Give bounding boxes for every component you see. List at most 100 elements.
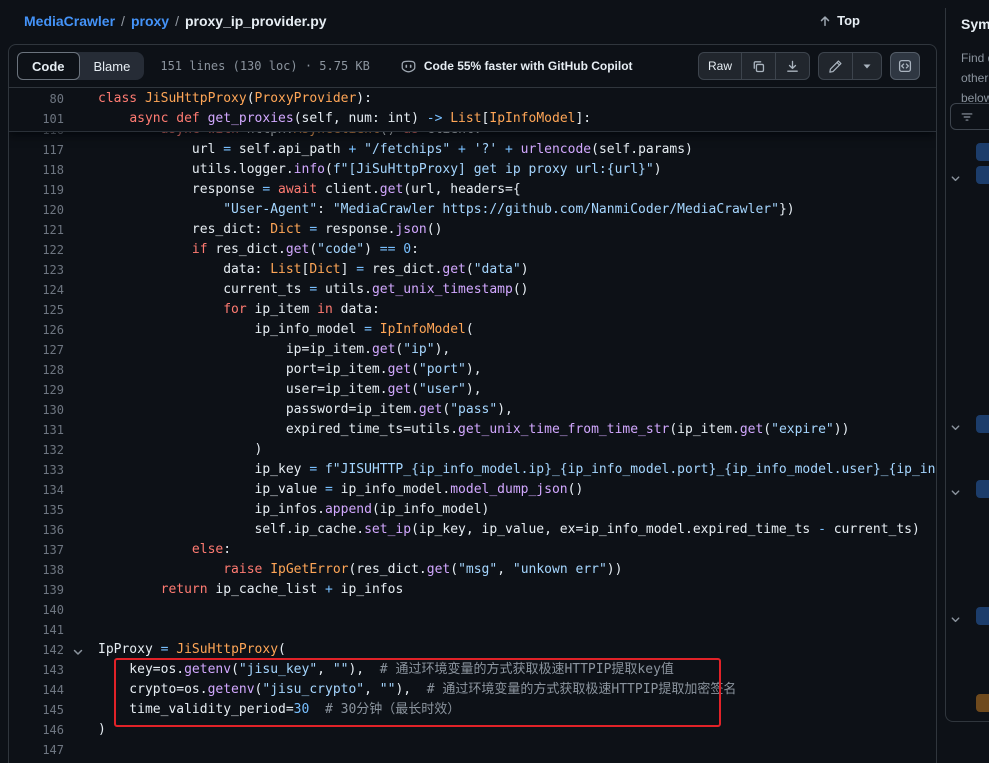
line-number[interactable]: 129 — [9, 380, 64, 400]
code-line: 142IpProxy = JiSuHttpProxy( — [9, 640, 936, 660]
tab-blame[interactable]: Blame — [80, 52, 145, 80]
line-number[interactable]: 118 — [9, 160, 64, 180]
line-number[interactable]: 128 — [9, 360, 64, 380]
code-text: current_ts = utils.get_unix_timestamp() — [98, 280, 529, 300]
line-number[interactable]: 125 — [9, 300, 64, 320]
line-number[interactable]: 137 — [9, 540, 64, 560]
code-text: raise IpGetError(res_dict.get("msg", "un… — [98, 560, 622, 580]
line-number[interactable]: 127 — [9, 340, 64, 360]
line-number[interactable]: 141 — [9, 620, 64, 640]
raw-button[interactable]: Raw — [699, 53, 741, 79]
line-number[interactable]: 119 — [9, 180, 64, 200]
symbol-item[interactable] — [946, 166, 989, 186]
line-number[interactable]: 136 — [9, 520, 64, 540]
line-number[interactable]: 144 — [9, 680, 64, 700]
line-number[interactable]: 121 — [9, 220, 64, 240]
code-text: ip_infos.append(ip_info_model) — [98, 500, 489, 520]
code-line: 123 data: List[Dict] = res_dict.get("dat… — [9, 260, 936, 280]
line-number[interactable]: 143 — [9, 660, 64, 680]
line-number[interactable]: 140 — [9, 600, 64, 620]
line-number[interactable]: 131 — [9, 420, 64, 440]
code-text: key=os.getenv("jisu_key", ""), # 通过环境变量的… — [98, 660, 674, 680]
symbol-item[interactable] — [946, 143, 989, 163]
line-number[interactable]: 124 — [9, 280, 64, 300]
symbols-panel-toggle-button[interactable] — [890, 52, 920, 80]
symbol-item[interactable] — [946, 607, 989, 627]
file-action-buttons: Raw — [698, 52, 920, 80]
pencil-icon — [828, 59, 843, 74]
line-number[interactable]: 145 — [9, 700, 64, 720]
scroll-to-top-label: Top — [837, 13, 860, 28]
line-number[interactable]: 101 — [9, 109, 64, 129]
chevron-down-icon[interactable] — [950, 612, 961, 630]
code-line: 136 self.ip_cache.set_ip(ip_key, ip_valu… — [9, 520, 936, 540]
code-text: ip_value = ip_info_model.model_dump_json… — [98, 480, 583, 500]
line-number[interactable]: 133 — [9, 460, 64, 480]
code-text: url = self.api_path + "/fetchips" + '?' … — [98, 140, 693, 160]
code-text: crypto=os.getenv("jisu_crypto", ""), # 通… — [98, 680, 736, 700]
line-number[interactable]: 130 — [9, 400, 64, 420]
symbol-kind-icon — [976, 607, 989, 625]
code-line: 119 response = await client.get(url, hea… — [9, 180, 936, 200]
edit-dropdown-button[interactable] — [852, 53, 881, 79]
line-number[interactable]: 134 — [9, 480, 64, 500]
collapse-chevron-icon[interactable] — [72, 644, 86, 656]
line-number[interactable]: 122 — [9, 240, 64, 260]
line-number[interactable]: 147 — [9, 740, 64, 760]
code-text: password=ip_item.get("pass"), — [98, 400, 513, 420]
breadcrumb-separator: / — [121, 13, 125, 29]
line-number[interactable]: 146 — [9, 720, 64, 740]
code-line: 124 current_ts = utils.get_unix_timestam… — [9, 280, 936, 300]
scroll-to-top-link[interactable]: Top — [818, 13, 860, 28]
file-toolbar: Code Blame 151 lines (130 loc) · 5.75 KB… — [9, 45, 936, 88]
code-text: for ip_item in data: — [98, 300, 380, 320]
code-line: 126 ip_info_model = IpInfoModel( — [9, 320, 936, 340]
line-number[interactable]: 138 — [9, 560, 64, 580]
code-text: "User-Agent": "MediaCrawler https://gith… — [98, 200, 795, 220]
breadcrumb-separator: / — [175, 13, 179, 29]
chevron-down-icon[interactable] — [950, 171, 961, 189]
copy-raw-button[interactable] — [741, 53, 775, 79]
code-text: res_dict: Dict = response.json() — [98, 220, 442, 240]
sticky-scope-header: 80 class JiSuHttpProxy(ProxyProvider): 101… — [9, 88, 936, 132]
chevron-down-icon[interactable] — [950, 485, 961, 503]
symbol-item[interactable] — [946, 694, 989, 714]
code-line: 146) — [9, 720, 936, 740]
symbol-kind-icon — [976, 415, 989, 433]
line-number[interactable]: 132 — [9, 440, 64, 460]
line-number[interactable]: 117 — [9, 140, 64, 160]
symbol-item[interactable] — [946, 415, 989, 435]
breadcrumb-folder-link[interactable]: proxy — [131, 13, 169, 29]
line-number[interactable]: 120 — [9, 200, 64, 220]
code-lines: 116 async with httpx.AsyncClient() as cl… — [9, 120, 936, 760]
code-text: ) — [98, 440, 262, 460]
line-number[interactable]: 123 — [9, 260, 64, 280]
line-number[interactable]: 142 — [9, 640, 64, 660]
chevron-down-icon[interactable] — [950, 420, 961, 438]
symbol-kind-icon — [976, 143, 989, 161]
code-line: 141 — [9, 620, 936, 640]
breadcrumb-filename: proxy_ip_provider.py — [185, 13, 327, 29]
code-line: 139 return ip_cache_list + ip_infos — [9, 580, 936, 600]
code-text: data: List[Dict] = res_dict.get("data") — [98, 260, 529, 280]
code-line: 117 url = self.api_path + "/fetchips" + … — [9, 140, 936, 160]
code-text: class JiSuHttpProxy(ProxyProvider): — [98, 89, 372, 109]
symbols-filter-input[interactable] — [950, 103, 989, 130]
code-line: 130 password=ip_item.get("pass"), — [9, 400, 936, 420]
code-symbols-icon — [897, 58, 913, 74]
edit-button-group — [818, 52, 882, 80]
code-text: port=ip_item.get("port"), — [98, 360, 482, 380]
code-text: return ip_cache_list + ip_infos — [98, 580, 403, 600]
line-number[interactable]: 139 — [9, 580, 64, 600]
breadcrumb-bar: MediaCrawler/proxy/proxy_ip_provider.py … — [0, 0, 937, 44]
copilot-banner[interactable]: Code 55% faster with GitHub Copilot — [400, 58, 633, 75]
breadcrumb-repo-link[interactable]: MediaCrawler — [24, 13, 115, 29]
line-number[interactable]: 126 — [9, 320, 64, 340]
line-number[interactable]: 135 — [9, 500, 64, 520]
edit-file-button[interactable] — [819, 53, 852, 79]
breadcrumb: MediaCrawler / proxy / proxy_ip_provider.py — [24, 13, 327, 29]
line-number[interactable]: 80 — [9, 89, 64, 109]
tab-code[interactable]: Code — [17, 52, 80, 80]
download-button[interactable] — [775, 53, 809, 79]
symbol-item[interactable] — [946, 480, 989, 500]
